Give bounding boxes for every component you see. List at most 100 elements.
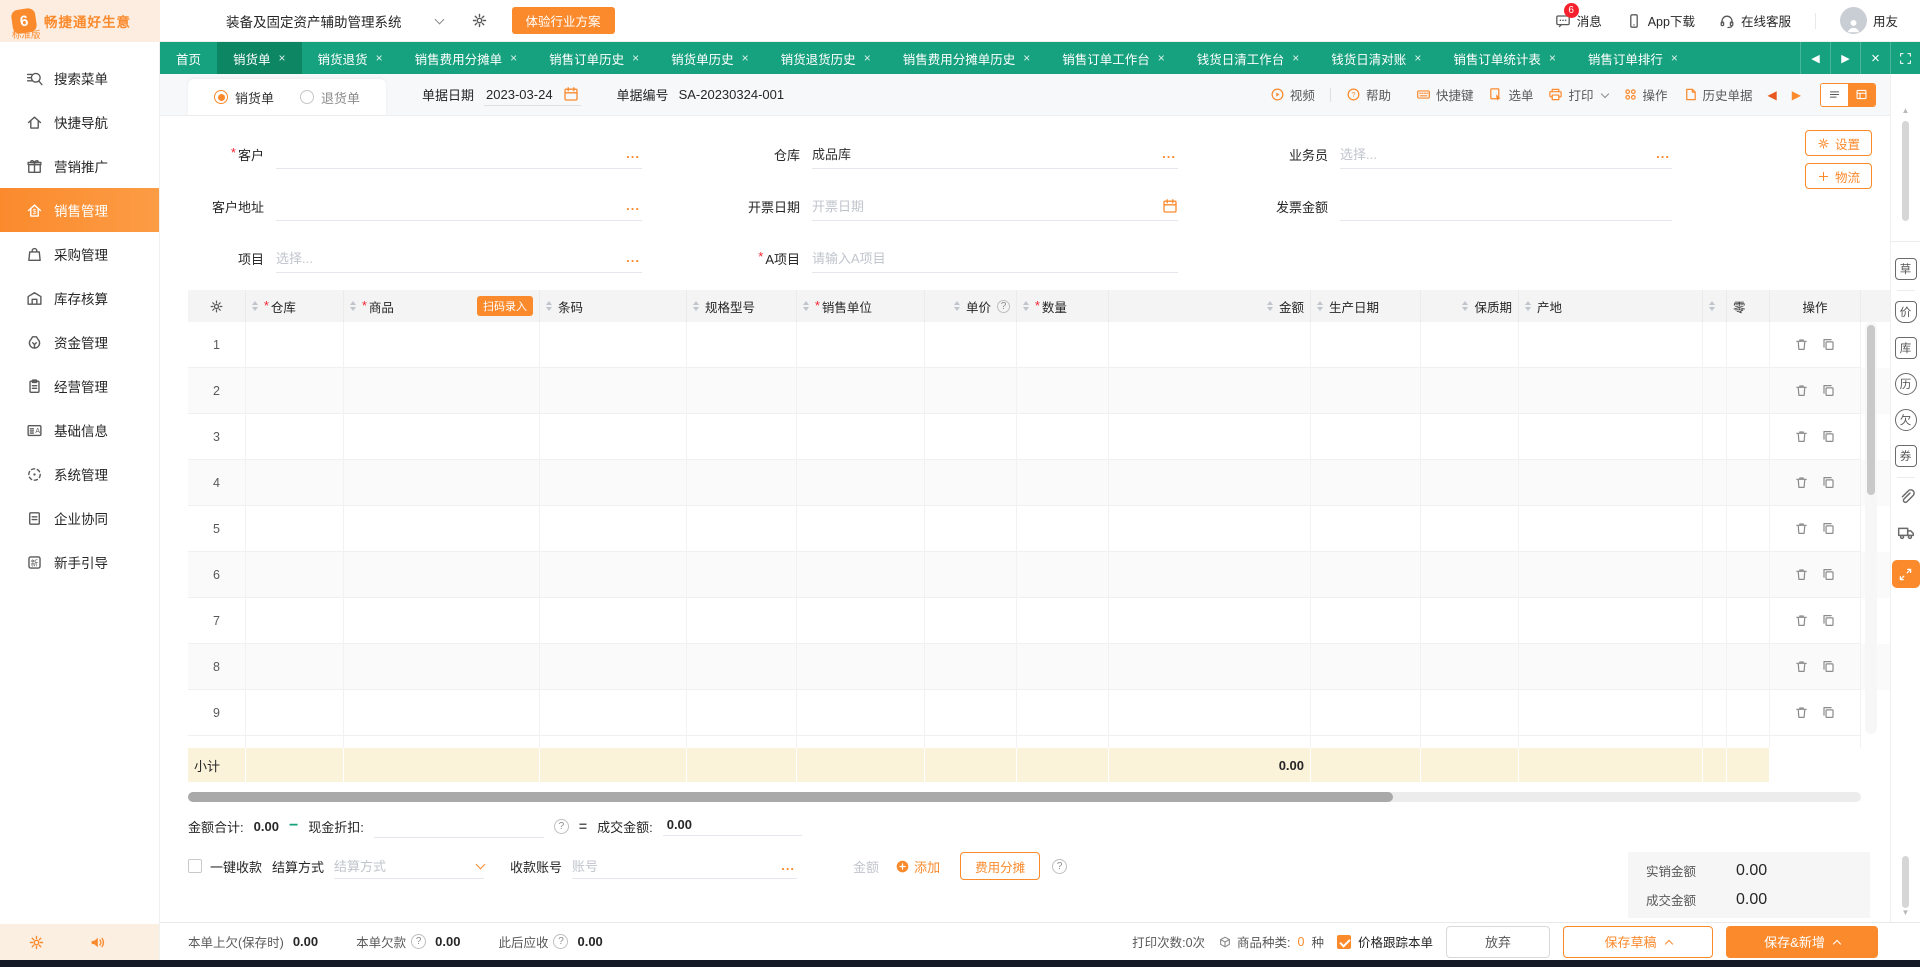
tab-close-icon[interactable]: × [1414,51,1421,65]
cell[interactable] [540,598,687,644]
cell[interactable] [1109,506,1311,552]
cell[interactable] [1727,506,1770,552]
tab-close-icon[interactable]: × [1158,51,1165,65]
experience-solution-button[interactable]: 体验行业方案 [511,7,615,34]
ellipsis-picker-icon[interactable]: ... [781,858,797,873]
calendar-icon[interactable] [1162,198,1178,214]
sort-caret-icon[interactable] [1709,301,1715,311]
cell[interactable] [1109,644,1311,690]
settlement-method-select[interactable]: 结算方式 [334,853,486,879]
doc-date-input[interactable]: 2023-03-24 [484,83,581,106]
sort-caret-icon[interactable] [546,301,552,311]
cell[interactable] [540,460,687,506]
cell[interactable] [1519,552,1703,598]
cell[interactable] [1519,368,1703,414]
cell[interactable] [1727,322,1770,368]
cell[interactable] [1421,322,1519,368]
delete-row-icon[interactable] [1794,705,1809,720]
row-actions[interactable] [1770,368,1861,414]
tab-close-icon[interactable]: × [1292,51,1299,65]
cell[interactable] [797,506,925,552]
column-header-规格型号[interactable]: 规格型号 [687,290,797,322]
cell[interactable] [1109,690,1311,736]
tab-close-icon[interactable]: × [1671,51,1678,65]
prev-doc-button[interactable]: ◀ [1768,88,1777,102]
sidebar-item-销售管理[interactable]: $ 销售管理 [0,188,159,232]
cell[interactable] [1703,690,1727,736]
tab-close-icon[interactable]: × [510,51,517,65]
cell[interactable] [1311,368,1421,414]
tab-销货退货[interactable]: 销货退货 × [302,42,399,74]
rail-stock-button[interactable]: 库 [1894,337,1917,359]
project-input[interactable]: 选择...... [276,243,642,273]
warehouse-input[interactable]: 成品库... [812,139,1178,169]
invoice-amount-input[interactable] [1340,191,1672,221]
cell[interactable] [925,322,1017,368]
cell[interactable] [1727,690,1770,736]
cell[interactable] [1421,460,1519,506]
add-payment-button[interactable]: 添加 [895,857,940,876]
tab-销售费用分摊单历史[interactable]: 销售费用分摊单历史 × [887,42,1047,74]
cell[interactable] [1311,690,1421,736]
sidebar-item-库存核算[interactable]: 库存核算 [0,276,159,320]
cell[interactable] [1727,552,1770,598]
sort-caret-icon[interactable] [693,301,699,311]
cell[interactable] [797,552,925,598]
cell[interactable] [344,644,540,690]
tabs-scroll-left-button[interactable]: ◀ [1800,42,1830,74]
cell[interactable] [246,460,344,506]
rail-debt-button[interactable]: 欠 [1894,409,1917,431]
copy-row-icon[interactable] [1821,475,1836,490]
scroll-down-icon[interactable]: ▼ [1902,908,1910,917]
sort-caret-icon[interactable] [350,301,356,311]
row-actions[interactable] [1770,552,1861,598]
rail-expand-button[interactable] [1891,560,1920,588]
header-settings-icon[interactable] [471,12,488,29]
cell[interactable] [925,598,1017,644]
tab-销售订单工作台[interactable]: 销售订单工作台 × [1046,42,1181,74]
cell[interactable] [925,690,1017,736]
hotkeys-button[interactable]: 快捷键 [1416,85,1473,104]
customer-input[interactable]: ... [276,139,642,169]
cell[interactable] [1311,322,1421,368]
messages-button[interactable]: 消息 6 [1555,3,1602,30]
sidebar-item-系统管理[interactable]: 系统管理 [0,452,159,496]
cell[interactable] [1703,598,1727,644]
cell[interactable] [1727,598,1770,644]
ellipsis-picker-icon[interactable]: ... [626,146,642,161]
logo-block[interactable]: 6 畅捷通好生意 标准版 [0,0,160,42]
delete-row-icon[interactable] [1794,429,1809,444]
row-actions[interactable] [1770,460,1861,506]
cell[interactable] [1109,368,1311,414]
scrollbar-thumb[interactable] [1902,856,1909,908]
cell[interactable] [925,644,1017,690]
sort-caret-icon[interactable] [1317,301,1323,311]
copy-row-icon[interactable] [1821,567,1836,582]
cell[interactable] [1421,690,1519,736]
cell[interactable] [797,460,925,506]
cell[interactable] [344,414,540,460]
cell[interactable] [540,368,687,414]
scan-entry-button[interactable]: 扫码录入 [477,296,533,316]
cell[interactable] [246,506,344,552]
scrollbar-thumb[interactable] [1867,325,1875,495]
grid-settings-column-header[interactable] [188,290,246,322]
cell[interactable] [540,414,687,460]
cell[interactable] [1519,414,1703,460]
cell[interactable] [687,598,797,644]
column-header-数量[interactable]: * 数量 [1017,290,1109,322]
cell[interactable] [797,322,925,368]
cell[interactable] [1311,644,1421,690]
pick-order-button[interactable]: 选单 [1488,85,1533,104]
cell[interactable] [1109,552,1311,598]
cell[interactable] [1519,460,1703,506]
cell[interactable] [1519,322,1703,368]
cell[interactable] [1017,552,1109,598]
sort-caret-icon[interactable] [1525,301,1531,311]
cell[interactable] [1727,460,1770,506]
cell[interactable] [344,322,540,368]
app-download-button[interactable]: App下载 [1626,11,1695,30]
cell[interactable] [1727,368,1770,414]
column-header-操作[interactable]: 操作 [1770,290,1861,322]
receive-account-input[interactable]: 账号 ... [572,853,798,879]
